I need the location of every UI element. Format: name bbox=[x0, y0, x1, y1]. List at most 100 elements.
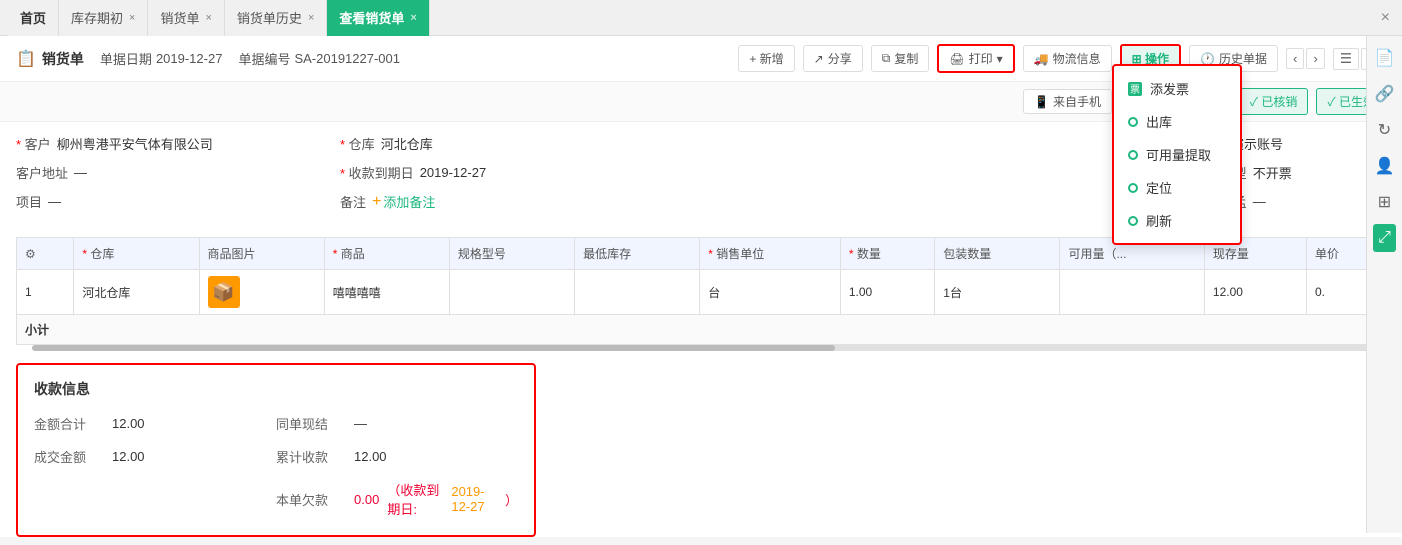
operations-dropdown: 票 添发票 出库 可用量提取 定位 刷新 bbox=[1112, 64, 1242, 245]
refresh-icon bbox=[1128, 216, 1138, 226]
form-title-text: 销货单 bbox=[42, 49, 84, 69]
refresh-item[interactable]: 刷新 bbox=[1114, 204, 1240, 237]
col-warehouse: 仓库 bbox=[74, 238, 199, 270]
form-actions: + 新增 ↗ 分享 ⧉ 复制 🖨 打印 ▾ 🚚 物流信息 bbox=[738, 44, 1386, 73]
nav-arrows: ‹ › bbox=[1286, 48, 1325, 69]
phone-icon: 📱 bbox=[1034, 95, 1049, 109]
warehouse-label: 仓库 bbox=[340, 134, 375, 153]
subtotal-label: 小计 bbox=[17, 315, 1386, 345]
col-min-stock: 最低库存 bbox=[575, 238, 700, 270]
sidebar-doc-icon[interactable]: 📄 bbox=[1371, 44, 1399, 72]
table-container: ⚙ 仓库 商品图片 商品 规格型号 最低库存 销售单位 数量 包装数量 可用量（… bbox=[0, 233, 1402, 355]
balance-paren: ） bbox=[505, 490, 518, 509]
address-value: — bbox=[74, 165, 87, 180]
effective-check-icon: ✓ bbox=[1327, 95, 1335, 109]
scroll-track[interactable] bbox=[32, 345, 1370, 351]
add-invoice-icon: 票 bbox=[1128, 82, 1142, 96]
col-spec: 规格型号 bbox=[449, 238, 574, 270]
subtotal-row: 小计 bbox=[17, 315, 1386, 345]
tab-sales-history-close[interactable]: × bbox=[308, 12, 314, 24]
col-quantity: 数量 bbox=[840, 238, 934, 270]
sidebar-link-icon[interactable]: 🔗 bbox=[1371, 80, 1399, 108]
new-button[interactable]: + 新增 bbox=[738, 45, 794, 72]
settings-icon[interactable]: ⚙ bbox=[25, 247, 36, 261]
next-button[interactable]: › bbox=[1306, 48, 1324, 69]
due-date-label: 收款到期日 bbox=[340, 163, 414, 182]
address-label: 客户地址 bbox=[16, 163, 68, 182]
form-number-value: SA-20191227-001 bbox=[294, 51, 400, 66]
table-row: 1 河北仓库 📦 嘻嘻嘻嘻 台 1.00 1台 12.00 0. bbox=[17, 270, 1386, 315]
tab-sales[interactable]: 销货单 × bbox=[148, 0, 224, 36]
available-qty-item[interactable]: 可用量提取 bbox=[1114, 138, 1240, 171]
tab-check-sales[interactable]: 查看销货单 × bbox=[327, 0, 429, 36]
list-view-button[interactable]: ☰ bbox=[1333, 48, 1359, 70]
due-date-group: 收款到期日 2019-12-27 bbox=[340, 163, 540, 182]
balance-due-date-val: 2019-12-27 bbox=[451, 484, 497, 514]
print-button[interactable]: 🖨 打印 ▾ bbox=[937, 44, 1014, 73]
form-meta: 单据日期 2019-12-27 单据编号 SA-20191227-001 bbox=[100, 49, 400, 68]
project-label: 项目 bbox=[16, 192, 42, 211]
sidebar-grid-icon[interactable]: ⊞ bbox=[1374, 188, 1395, 216]
tab-bar: 首页 库存期初 × 销货单 × 销货单历史 × 查看销货单 × × bbox=[0, 0, 1402, 36]
col-image: 商品图片 bbox=[199, 238, 324, 270]
logistics-icon: 🚚 bbox=[1034, 52, 1049, 66]
outbound-item[interactable]: 出库 bbox=[1114, 105, 1240, 138]
ticket-type-value: 不开票 bbox=[1253, 163, 1292, 182]
row-index: 1 bbox=[17, 270, 74, 315]
payment-section: 收款信息 金额合计 12.00 同单现结 — 成交金额 12.00 累计收款 1… bbox=[16, 363, 536, 537]
row-spec bbox=[449, 270, 574, 315]
add-note-button[interactable]: 添加备注 bbox=[372, 192, 435, 211]
balance-row: 本单欠款 0.00 （收款到期日: 2019-12-27） bbox=[276, 477, 518, 521]
tab-sales-history[interactable]: 销货单历史 × bbox=[225, 0, 327, 36]
payment-total-value: 12.00 bbox=[112, 416, 145, 431]
share-button[interactable]: ↗ 分享 bbox=[803, 45, 863, 72]
locate-icon bbox=[1128, 183, 1138, 193]
logistics-button[interactable]: 🚚 物流信息 bbox=[1023, 45, 1112, 72]
sold-check-icon: ✓ bbox=[1250, 95, 1258, 109]
products-table: ⚙ 仓库 商品图片 商品 规格型号 最低库存 销售单位 数量 包装数量 可用量（… bbox=[16, 237, 1386, 345]
already-sold-button[interactable]: ✓ 已核销 bbox=[1239, 88, 1309, 115]
available-qty-icon bbox=[1128, 150, 1138, 160]
same-settlement-row: 同单现结 — bbox=[276, 411, 518, 436]
form-number-label: 单据编号 bbox=[238, 49, 290, 68]
tab-check-sales-close[interactable]: × bbox=[410, 12, 416, 24]
row-product: 嘻嘻嘻嘻 bbox=[324, 270, 449, 315]
cumulative-label: 累计收款 bbox=[276, 447, 346, 466]
prev-button[interactable]: ‹ bbox=[1286, 48, 1304, 69]
salesperson-value: — bbox=[1253, 194, 1266, 209]
locate-item[interactable]: 定位 bbox=[1114, 171, 1240, 204]
row-unit: 台 bbox=[700, 270, 841, 315]
sidebar-user-icon[interactable]: 👤 bbox=[1371, 152, 1399, 180]
share-icon: ↗ bbox=[814, 52, 824, 66]
window-close-button[interactable]: × bbox=[1381, 9, 1390, 27]
sidebar-refresh-icon[interactable]: ↻ bbox=[1374, 116, 1395, 144]
address-group: 客户地址 — bbox=[16, 163, 216, 182]
form-number-group: 单据编号 SA-20191227-001 bbox=[238, 49, 400, 68]
tab-sales-close[interactable]: × bbox=[205, 12, 211, 24]
col-unit: 销售单位 bbox=[700, 238, 841, 270]
payment-total-row: 金额合计 12.00 bbox=[34, 411, 276, 436]
note-group: 备注 添加备注 bbox=[340, 192, 540, 211]
sidebar-expand-icon[interactable]: ⤢ bbox=[1373, 224, 1396, 252]
row-warehouse: 河北仓库 bbox=[74, 270, 199, 315]
project-group: 项目 — bbox=[16, 192, 216, 211]
form-title-icon: 📋 bbox=[16, 49, 36, 69]
form-title: 📋 销货单 bbox=[16, 49, 84, 69]
right-sidebar: 📄 🔗 ↻ 👤 ⊞ ⤢ bbox=[1366, 36, 1402, 533]
from-phone-button[interactable]: 📱 来自手机 bbox=[1023, 89, 1112, 114]
copy-button[interactable]: ⧉ 复制 bbox=[871, 45, 930, 72]
add-invoice-item[interactable]: 票 添发票 bbox=[1114, 72, 1240, 105]
product-image: 📦 bbox=[208, 276, 240, 308]
tab-inventory-close[interactable]: × bbox=[129, 12, 135, 24]
payment-grid: 金额合计 12.00 同单现结 — 成交金额 12.00 累计收款 12.00 … bbox=[34, 411, 518, 521]
same-settlement-label: 同单现结 bbox=[276, 414, 346, 433]
row-min-stock bbox=[575, 270, 700, 315]
tab-home[interactable]: 首页 bbox=[8, 0, 59, 36]
note-label: 备注 bbox=[340, 192, 366, 211]
tab-inventory[interactable]: 库存期初 × bbox=[59, 0, 148, 36]
customer-group: 客户 柳州粤港平安气体有限公司 bbox=[16, 134, 216, 153]
row-image: 📦 bbox=[199, 270, 324, 315]
deal-amount-value: 12.00 bbox=[112, 449, 145, 464]
customer-label: 客户 bbox=[16, 134, 51, 153]
payment-title: 收款信息 bbox=[34, 379, 518, 399]
